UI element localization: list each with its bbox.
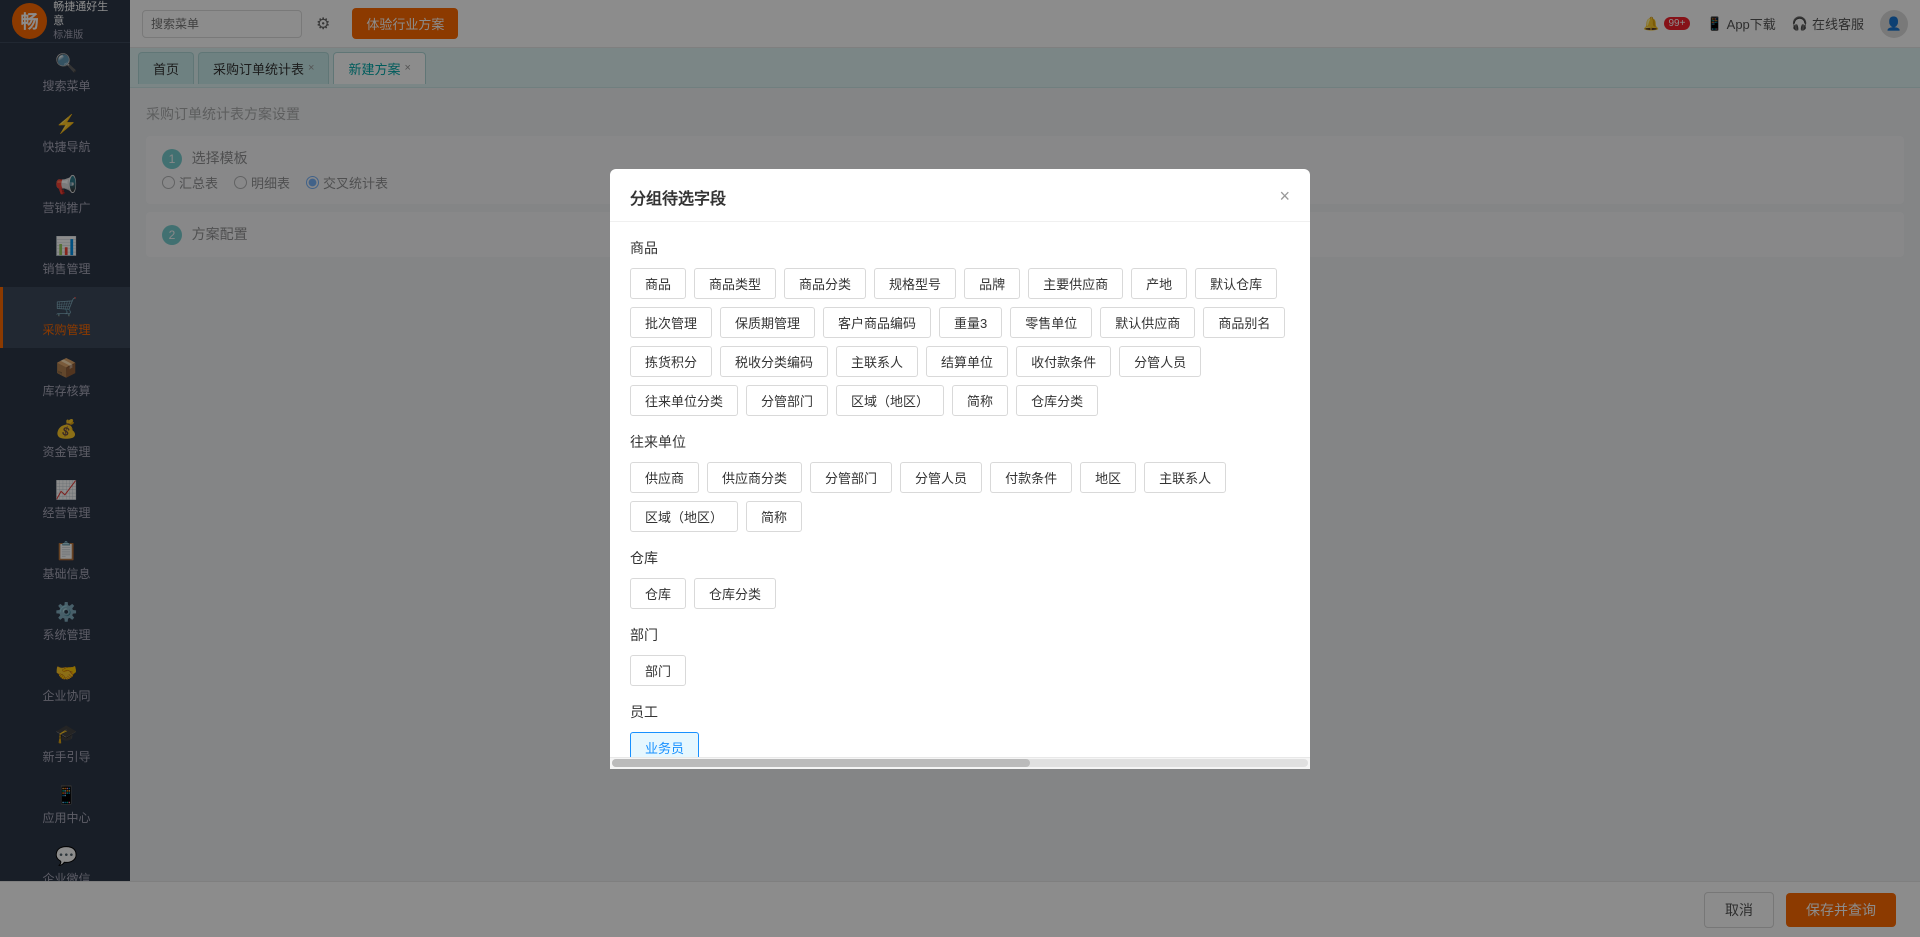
field-tag-goods-10[interactable]: 客户商品编码 <box>823 307 931 338</box>
section-department: 部门 部门 <box>630 625 1290 686</box>
section-warehouse: 仓库 仓库 仓库分类 <box>630 548 1290 609</box>
field-tag-goods-15[interactable]: 拣货积分 <box>630 346 712 377</box>
section-warehouse-label: 仓库 <box>630 548 1290 568</box>
field-tag-dept-0[interactable]: 部门 <box>630 655 686 686</box>
field-tag-goods-0[interactable]: 商品 <box>630 268 686 299</box>
employee-tags: 业务员 <box>630 732 1290 757</box>
hscroll-track <box>612 759 1308 767</box>
field-tag-partner-3[interactable]: 分管人员 <box>900 462 982 493</box>
field-tag-goods-23[interactable]: 区域（地区） <box>836 385 944 416</box>
field-tag-partner-0[interactable]: 供应商 <box>630 462 699 493</box>
field-tag-goods-6[interactable]: 产地 <box>1131 268 1187 299</box>
field-tag-goods-19[interactable]: 收付款条件 <box>1016 346 1111 377</box>
field-tag-partner-6[interactable]: 主联系人 <box>1144 462 1226 493</box>
field-tag-goods-14[interactable]: 商品别名 <box>1203 307 1285 338</box>
field-tag-goods-17[interactable]: 主联系人 <box>836 346 918 377</box>
field-tag-goods-20[interactable]: 分管人员 <box>1119 346 1201 377</box>
section-partner: 往来单位 供应商 供应商分类 分管部门 分管人员 付款条件 地区 主联系人 区域… <box>630 432 1290 532</box>
modal-title: 分组待选字段 <box>630 185 726 209</box>
modal-overlay: 分组待选字段 × 商品 商品 商品类型 商品分类 规格型号 品牌 主要供应商 产… <box>0 0 1920 937</box>
section-department-label: 部门 <box>630 625 1290 645</box>
modal-close-button[interactable]: × <box>1279 186 1290 207</box>
warehouse-tags: 仓库 仓库分类 <box>630 578 1290 609</box>
modal-hscrollbar[interactable] <box>610 757 1310 769</box>
field-tag-emp-0[interactable]: 业务员 <box>630 732 699 757</box>
field-tag-partner-7[interactable]: 区域（地区） <box>630 501 738 532</box>
hscroll-thumb <box>612 759 1030 767</box>
field-tag-goods-24[interactable]: 简称 <box>952 385 1008 416</box>
modal-body[interactable]: 商品 商品 商品类型 商品分类 规格型号 品牌 主要供应商 产地 默认仓库 批次… <box>610 222 1310 757</box>
field-tag-goods-13[interactable]: 默认供应商 <box>1100 307 1195 338</box>
field-tag-goods-3[interactable]: 规格型号 <box>874 268 956 299</box>
field-select-modal: 分组待选字段 × 商品 商品 商品类型 商品分类 规格型号 品牌 主要供应商 产… <box>610 169 1310 769</box>
field-tag-warehouse-1[interactable]: 仓库分类 <box>694 578 776 609</box>
field-tag-warehouse-0[interactable]: 仓库 <box>630 578 686 609</box>
modal-header: 分组待选字段 × <box>610 169 1310 222</box>
field-tag-partner-5[interactable]: 地区 <box>1080 462 1136 493</box>
field-tag-goods-21[interactable]: 往来单位分类 <box>630 385 738 416</box>
field-tag-goods-22[interactable]: 分管部门 <box>746 385 828 416</box>
field-tag-goods-5[interactable]: 主要供应商 <box>1028 268 1123 299</box>
section-goods-label: 商品 <box>630 238 1290 258</box>
section-employee: 员工 业务员 <box>630 702 1290 757</box>
partner-tags: 供应商 供应商分类 分管部门 分管人员 付款条件 地区 主联系人 区域（地区） … <box>630 462 1290 532</box>
field-tag-partner-8[interactable]: 简称 <box>746 501 802 532</box>
section-goods: 商品 商品 商品类型 商品分类 规格型号 品牌 主要供应商 产地 默认仓库 批次… <box>630 238 1290 416</box>
field-tag-partner-4[interactable]: 付款条件 <box>990 462 1072 493</box>
field-tag-partner-1[interactable]: 供应商分类 <box>707 462 802 493</box>
field-tag-goods-9[interactable]: 保质期管理 <box>720 307 815 338</box>
section-partner-label: 往来单位 <box>630 432 1290 452</box>
field-tag-goods-25[interactable]: 仓库分类 <box>1016 385 1098 416</box>
section-employee-label: 员工 <box>630 702 1290 722</box>
field-tag-goods-18[interactable]: 结算单位 <box>926 346 1008 377</box>
field-tag-goods-4[interactable]: 品牌 <box>964 268 1020 299</box>
goods-tags: 商品 商品类型 商品分类 规格型号 品牌 主要供应商 产地 默认仓库 批次管理 … <box>630 268 1290 416</box>
field-tag-goods-11[interactable]: 重量3 <box>939 307 1002 338</box>
field-tag-partner-2[interactable]: 分管部门 <box>810 462 892 493</box>
department-tags: 部门 <box>630 655 1290 686</box>
field-tag-goods-2[interactable]: 商品分类 <box>784 268 866 299</box>
field-tag-goods-16[interactable]: 税收分类编码 <box>720 346 828 377</box>
field-tag-goods-12[interactable]: 零售单位 <box>1010 307 1092 338</box>
field-tag-goods-8[interactable]: 批次管理 <box>630 307 712 338</box>
field-tag-goods-1[interactable]: 商品类型 <box>694 268 776 299</box>
field-tag-goods-7[interactable]: 默认仓库 <box>1195 268 1277 299</box>
